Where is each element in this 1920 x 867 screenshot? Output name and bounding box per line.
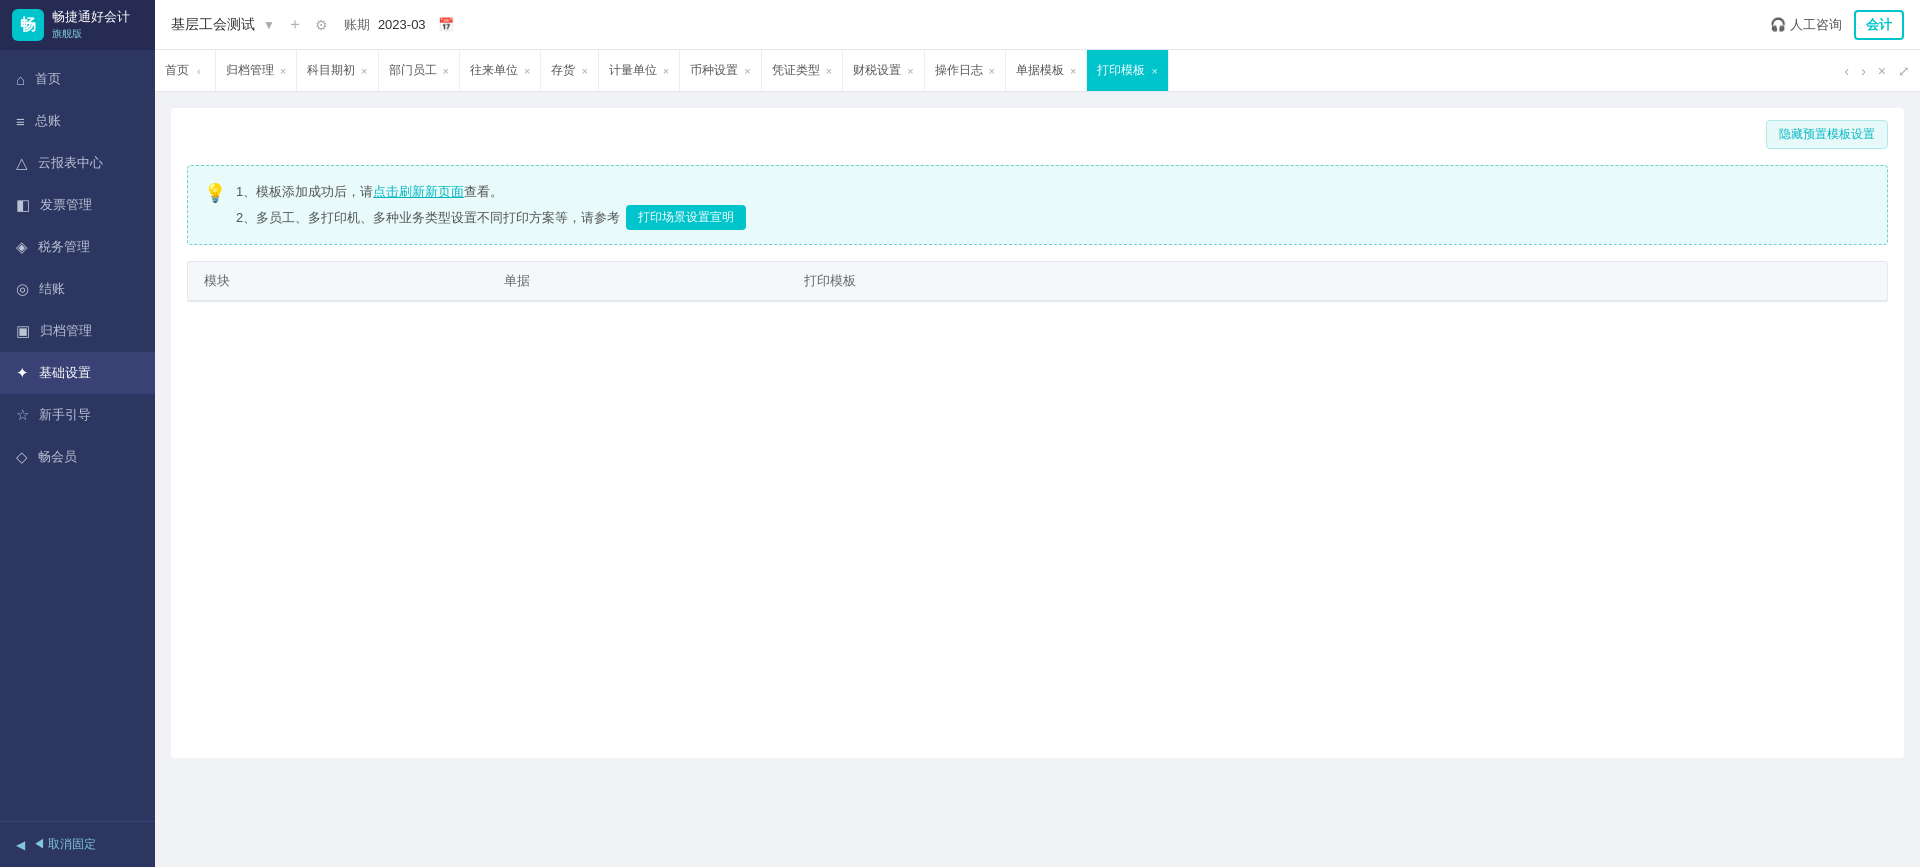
sidebar-logo: 畅 畅捷通好会计 旗舰版	[0, 0, 155, 50]
home-icon: ⌂	[16, 71, 25, 88]
hide-template-button[interactable]: 隐藏预置模板设置	[1766, 120, 1888, 149]
sidebar-item-settings[interactable]: ✦ 基础设置	[0, 352, 155, 394]
headset-icon: 🎧	[1770, 17, 1786, 32]
notice-line2: 2、多员工、多打印机、多种业务类型设置不同打印方案等，请参考 打印场景设置宣明	[236, 205, 746, 230]
tab-print-template[interactable]: 打印模板 ×	[1087, 50, 1168, 91]
period-label: 账期	[344, 16, 370, 34]
tab-inventory[interactable]: 存货 ×	[541, 50, 598, 91]
hide-template-section: 隐藏预置模板设置	[171, 108, 1904, 149]
tab-dept-employee[interactable]: 部门员工 ×	[379, 50, 460, 91]
bulb-icon: 💡	[204, 182, 226, 204]
tab-archive-mgmt[interactable]: 归档管理 ×	[216, 50, 297, 91]
logo-sub: 旗舰版	[52, 27, 130, 41]
data-table: 模块 单据 打印模板	[187, 261, 1888, 302]
tab-counterpart[interactable]: 往来单位 ×	[460, 50, 541, 91]
sidebar-item-invoice[interactable]: ◧ 发票管理	[0, 184, 155, 226]
topbar-left: 基层工会测试 ▼ ＋ ⚙ 账期 2023-03 📅	[171, 14, 454, 35]
tab-close-voucher[interactable]: ×	[826, 65, 832, 77]
col-header-module: 模块	[188, 262, 488, 300]
tab-tax-settings[interactable]: 财税设置 ×	[843, 50, 924, 91]
service-button[interactable]: 🎧 人工咨询	[1770, 16, 1842, 34]
tab-op-log[interactable]: 操作日志 ×	[925, 50, 1006, 91]
company-name: 基层工会测试	[171, 16, 255, 34]
col-header-doc: 单据	[488, 262, 788, 300]
sidebar-item-guide[interactable]: ☆ 新手引导	[0, 394, 155, 436]
tabbar-actions: ‹ › × ⤢	[1834, 50, 1920, 91]
invoice-icon: ◧	[16, 196, 30, 214]
report-icon: △	[16, 154, 28, 172]
settle-icon: ◎	[16, 280, 29, 298]
tab-close-single[interactable]: ×	[1070, 65, 1076, 77]
tab-close-counterpart[interactable]: ×	[524, 65, 530, 77]
calendar-icon[interactable]: 📅	[438, 17, 454, 32]
tab-home-label: 首页	[165, 62, 189, 79]
tab-close-subject[interactable]: ×	[361, 65, 367, 77]
tabbar: 首页 ‹ 归档管理 × 科目期初 × 部门员工 × 往来单位 × 存货 × 计量…	[155, 50, 1920, 92]
tab-close-unit[interactable]: ×	[663, 65, 669, 77]
print-scene-button[interactable]: 打印场景设置宣明	[626, 205, 746, 230]
tab-home[interactable]: 首页 ‹	[155, 50, 216, 91]
tab-close-oplog[interactable]: ×	[989, 65, 995, 77]
tab-close-dept[interactable]: ×	[443, 65, 449, 77]
topbar: 基层工会测试 ▼ ＋ ⚙ 账期 2023-03 📅 🎧 人工咨询 会计	[155, 0, 1920, 50]
tab-currency[interactable]: 币种设置 ×	[680, 50, 761, 91]
sidebar-footer-unpin[interactable]: ◀ ◀ 取消固定	[0, 821, 155, 867]
sidebar-item-home[interactable]: ⌂ 首页	[0, 58, 155, 100]
sidebar-nav: ⌂ 首页 ≡ 总账 △ 云报表中心 ◧ 发票管理 ◈ 税务管理 ◎ 结账 ▣ 归…	[0, 50, 155, 821]
col-header-template: 打印模板	[788, 262, 1887, 300]
sidebar-item-report[interactable]: △ 云报表中心	[0, 142, 155, 184]
tab-prev-arrow[interactable]: ‹	[193, 65, 205, 77]
tab-close-archive[interactable]: ×	[280, 65, 286, 77]
tab-unit[interactable]: 计量单位 ×	[599, 50, 680, 91]
table-header: 模块 单据 打印模板	[188, 262, 1887, 301]
content-inner: 隐藏预置模板设置 💡 1、模板添加成功后，请点击刷新新页面查看。 2、多员工、多…	[171, 108, 1904, 758]
account-button[interactable]: 会计	[1854, 10, 1904, 40]
company-dropdown-icon[interactable]: ▼	[263, 18, 275, 32]
topbar-right: 🎧 人工咨询 会计	[1770, 10, 1904, 40]
guide-icon: ☆	[16, 406, 29, 424]
main-area: 基层工会测试 ▼ ＋ ⚙ 账期 2023-03 📅 🎧 人工咨询 会计 首页 ‹…	[155, 0, 1920, 867]
notice-content: 1、模板添加成功后，请点击刷新新页面查看。 2、多员工、多打印机、多种业务类型设…	[236, 180, 746, 230]
sidebar: 畅 畅捷通好会计 旗舰版 ⌂ 首页 ≡ 总账 △ 云报表中心 ◧ 发票管理 ◈ …	[0, 0, 155, 867]
tab-close-tax[interactable]: ×	[907, 65, 913, 77]
tab-close-print[interactable]: ×	[1151, 65, 1157, 77]
notice-box: 💡 1、模板添加成功后，请点击刷新新页面查看。 2、多员工、多打印机、多种业务类…	[187, 165, 1888, 245]
period-value: 2023-03	[378, 17, 426, 32]
refresh-link[interactable]: 点击刷新新页面	[373, 184, 464, 199]
notice-line1: 1、模板添加成功后，请点击刷新新页面查看。	[236, 180, 746, 203]
sidebar-item-tax[interactable]: ◈ 税务管理	[0, 226, 155, 268]
logo-icon: 畅	[12, 9, 44, 41]
tab-scroll-left-button[interactable]: ‹	[1840, 59, 1853, 83]
archive-icon: ▣	[16, 322, 30, 340]
tab-voucher-type[interactable]: 凭证类型 ×	[762, 50, 843, 91]
unpin-icon: ◀	[16, 838, 25, 852]
tab-scroll-right-button[interactable]: ›	[1857, 59, 1870, 83]
tab-subject-init[interactable]: 科目期初 ×	[297, 50, 378, 91]
member-icon: ◇	[16, 448, 28, 466]
tab-close-all-button[interactable]: ×	[1874, 59, 1890, 83]
tab-single-template[interactable]: 单据模板 ×	[1006, 50, 1087, 91]
tab-close-inventory[interactable]: ×	[581, 65, 587, 77]
sidebar-item-archive[interactable]: ▣ 归档管理	[0, 310, 155, 352]
sidebar-item-settle[interactable]: ◎ 结账	[0, 268, 155, 310]
settings-icon: ✦	[16, 364, 29, 382]
sidebar-item-member[interactable]: ◇ 畅会员	[0, 436, 155, 478]
content-area: 隐藏预置模板设置 💡 1、模板添加成功后，请点击刷新新页面查看。 2、多员工、多…	[155, 92, 1920, 867]
tab-fullscreen-button[interactable]: ⤢	[1894, 59, 1914, 83]
add-tab-button[interactable]: ＋	[283, 14, 307, 35]
logo-text: 畅捷通好会计	[52, 9, 130, 26]
tab-close-currency[interactable]: ×	[744, 65, 750, 77]
sidebar-item-ledger[interactable]: ≡ 总账	[0, 100, 155, 142]
settings-gear-icon[interactable]: ⚙	[315, 17, 328, 33]
tax-icon: ◈	[16, 238, 28, 256]
ledger-icon: ≡	[16, 113, 25, 130]
